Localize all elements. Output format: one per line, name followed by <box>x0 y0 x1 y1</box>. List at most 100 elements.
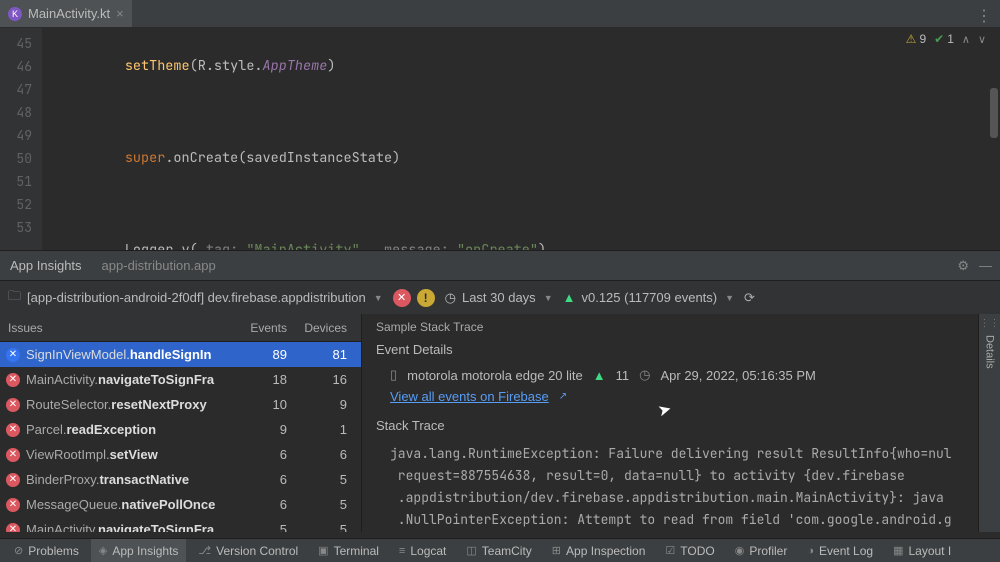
issue-name: MessageQueue.nativePollOnce <box>26 497 237 512</box>
device-name: motorola motorola edge 20 lite <box>407 368 583 383</box>
issue-events: 18 <box>237 372 295 387</box>
chevron-down-icon[interactable]: ∨ <box>978 33 986 46</box>
line-gutter: 454647484950515253 <box>0 28 42 250</box>
version-selector[interactable]: ▲ v0.125 (117709 events) ▼ <box>563 290 734 305</box>
issue-row[interactable]: ✕MessageQueue.nativePollOnce65 <box>0 492 361 517</box>
profiler-tab[interactable]: ◉Profiler <box>727 539 796 562</box>
event-timestamp: Apr 29, 2022, 05:16:35 PM <box>660 368 815 383</box>
issue-events: 89 <box>237 347 295 362</box>
app-insights-tab[interactable]: ◈App Insights <box>91 539 187 562</box>
issue-name: MainActivity.navigateToSignFra <box>26 372 237 387</box>
issue-row[interactable]: ✕MainActivity.navigateToSignFra55 <box>0 517 361 532</box>
layout-tab[interactable]: ▦Layout I <box>885 539 959 562</box>
chevron-down-icon: ▼ <box>374 293 383 303</box>
event-detail-row: ▯ motorola motorola edge 20 lite ▲ 11 ◷ … <box>390 367 1000 383</box>
layout-icon: ▦ <box>893 544 903 557</box>
issue-events: 10 <box>237 397 295 412</box>
panel-title: App Insights <box>10 258 82 273</box>
app-inspection-tab[interactable]: ⊞App Inspection <box>544 539 654 562</box>
terminal-icon: ▣ <box>318 544 328 557</box>
logcat-icon: ≡ <box>399 545 405 557</box>
chevron-down-icon: ▼ <box>725 293 734 303</box>
event-log-icon: ◑ <box>807 545 814 557</box>
firebase-link[interactable]: View all events on Firebase <box>390 389 549 404</box>
nonfatal-filter-icon[interactable]: ! <box>417 289 435 307</box>
chevron-up-icon[interactable]: ∧ <box>962 33 970 46</box>
fatal-icon: ✕ <box>6 448 20 462</box>
logcat-tab[interactable]: ≡Logcat <box>391 539 454 562</box>
code-editor[interactable]: 454647484950515253 setTheme(R.style.AppT… <box>0 28 1000 250</box>
fatal-icon: ✕ <box>6 373 20 387</box>
event-log-tab[interactable]: ◑Event Log <box>799 539 881 562</box>
close-icon[interactable]: × <box>116 6 124 21</box>
teamcity-tab[interactable]: ◫TeamCity <box>458 539 539 562</box>
gear-icon[interactable]: ⚙ <box>957 258 969 274</box>
issue-devices: 5 <box>295 522 361 532</box>
terminal-tab[interactable]: ▣Terminal <box>310 539 387 562</box>
fatal-filter-icon[interactable]: ✕ <box>393 289 411 307</box>
issue-devices: 1 <box>295 422 361 437</box>
insights-body: Issues Events Devices ✕ SignInViewModel.h… <box>0 314 1000 532</box>
details-tab[interactable]: Details <box>984 335 996 369</box>
inspection-widget[interactable]: ⚠9 ✔1 ∧ ∨ <box>906 32 986 46</box>
clock-icon: ◷ <box>639 367 650 383</box>
insights-panel-header: App Insights app-distribution.app ⚙ — <box>0 250 1000 280</box>
minimize-icon[interactable]: — <box>979 258 992 274</box>
device-icon: ▯ <box>390 367 397 383</box>
insights-icon: ◈ <box>99 544 107 557</box>
folder-icon: 🗀 <box>8 287 21 309</box>
todo-icon: ☑ <box>665 544 675 557</box>
teamcity-icon: ◫ <box>466 544 476 557</box>
problems-tab[interactable]: ⊘Problems <box>6 539 87 562</box>
fatal-icon: ✕ <box>6 398 20 412</box>
api-level: 11 <box>616 368 630 383</box>
issue-events: 6 <box>237 472 295 487</box>
kotlin-file-icon: K <box>8 7 22 21</box>
problems-icon: ⊘ <box>14 544 23 557</box>
issue-row[interactable]: ✕ViewRootImpl.setView66 <box>0 442 361 467</box>
side-tab-bar: ⋮⋮ Details <box>978 314 1000 532</box>
issue-row[interactable]: ✕ BinderProxy.transactNative65 <box>0 467 361 492</box>
issue-name: SignInViewModel.handleSignIn <box>26 347 237 362</box>
version-control-tab[interactable]: ⎇Version Control <box>190 539 306 562</box>
code-area[interactable]: setTheme(R.style.AppTheme) super.onCreat… <box>42 28 1000 250</box>
issue-row[interactable]: ✕ SignInViewModel.handleSignIn8981 <box>0 342 361 367</box>
issue-row[interactable]: ✕ Parcel.readException91 <box>0 417 361 442</box>
stack-trace-header: Stack Trace <box>376 418 1000 433</box>
sample-stack-header: Sample Stack Trace <box>376 320 1000 334</box>
todo-tab[interactable]: ☑TODO <box>657 539 722 562</box>
stack-trace[interactable]: java.lang.RuntimeException: Failure deli… <box>390 443 1000 531</box>
issue-events: 5 <box>237 522 295 532</box>
issue-name: MainActivity.navigateToSignFra <box>26 522 237 532</box>
vertical-scrollbar[interactable] <box>990 88 998 138</box>
issue-name: Parcel.readException <box>26 422 237 437</box>
issue-devices: 81 <box>295 347 361 362</box>
insights-toolbar: 🗀 [app-distribution-android-2f0df] dev.f… <box>0 280 1000 314</box>
android-icon: ▲ <box>563 290 576 305</box>
issue-devices: 5 <box>295 472 361 487</box>
android-icon: ▲ <box>593 368 606 383</box>
nonfatal-icon: ✕ <box>6 348 20 362</box>
kebab-menu-icon[interactable]: ⋮ <box>976 6 992 26</box>
issue-row[interactable]: ✕RouteSelector.resetNextProxy109 <box>0 392 361 417</box>
file-tab[interactable]: K MainActivity.kt × <box>0 0 132 27</box>
detail-panel: Sample Stack Trace Event Details ▯ motor… <box>362 314 1000 532</box>
grip-icon[interactable]: ⋮⋮ <box>980 318 1000 329</box>
bottom-tool-bar: ⊘Problems ◈App Insights ⎇Version Control… <box>0 538 1000 562</box>
project-selector[interactable]: 🗀 [app-distribution-android-2f0df] dev.f… <box>8 287 383 309</box>
refresh-icon[interactable]: ⟳ <box>744 290 755 306</box>
tab-filename: MainActivity.kt <box>28 6 110 21</box>
issue-row[interactable]: ✕MainActivity.navigateToSignFra1816 <box>0 367 361 392</box>
vcs-icon: ⎇ <box>198 544 211 557</box>
issue-events: 6 <box>237 497 295 512</box>
issue-name: BinderProxy.transactNative <box>26 472 237 487</box>
fatal-icon: ✕ <box>6 473 20 487</box>
period-selector[interactable]: ◷ Last 30 days ▼ <box>445 290 553 306</box>
panel-subtitle: app-distribution.app <box>102 258 216 273</box>
fatal-icon: ✕ <box>6 423 20 437</box>
issue-name: RouteSelector.resetNextProxy <box>26 397 237 412</box>
issue-devices: 6 <box>295 447 361 462</box>
issue-events: 9 <box>237 422 295 437</box>
profiler-icon: ◉ <box>735 544 745 557</box>
issues-header: Issues Events Devices <box>0 314 361 342</box>
